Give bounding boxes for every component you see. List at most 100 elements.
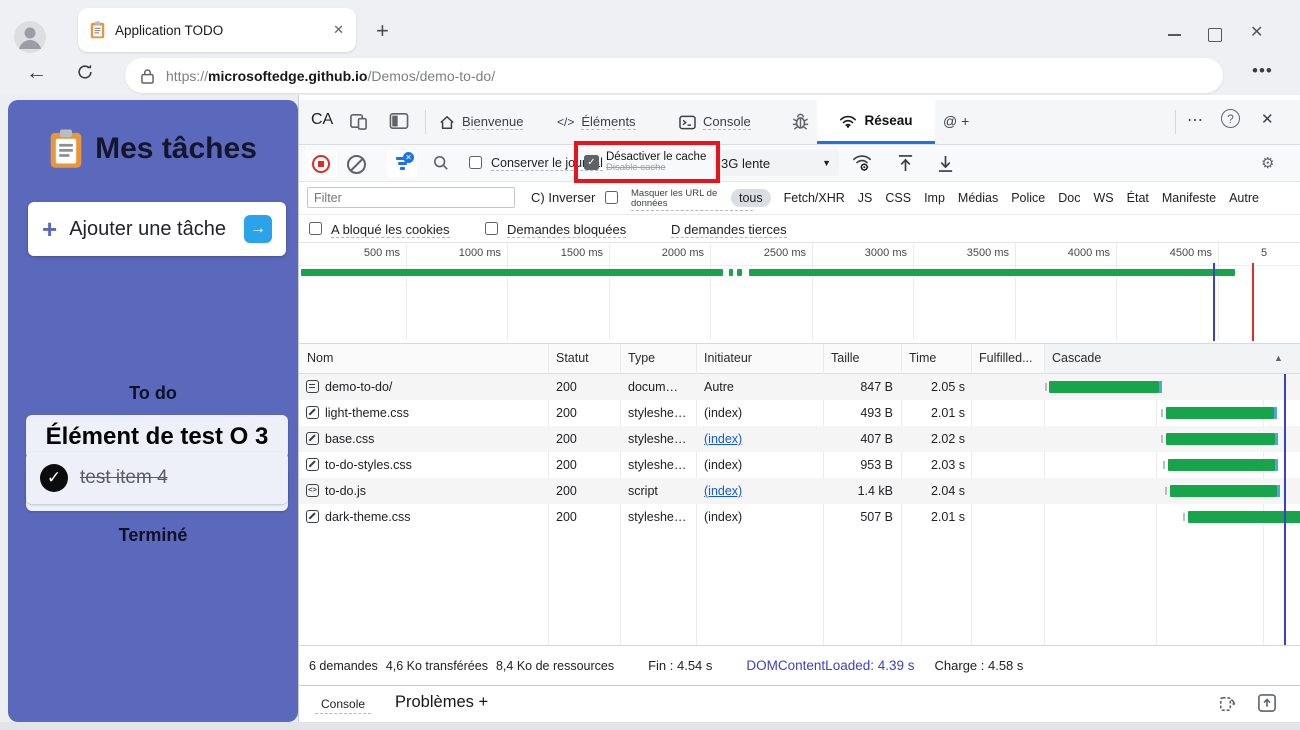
import-har-icon[interactable]: [897, 154, 914, 173]
col-header-name[interactable]: Nom: [307, 351, 333, 365]
done-item-label: test item 4: [80, 467, 168, 488]
edge-browser-window: Application TODO ✕ + ✕ ← https://microso…: [0, 0, 1300, 730]
url-bar[interactable]: https://microsoftedge.github.io/Demos/de…: [125, 58, 1223, 93]
filter-active-badge: ✕: [403, 152, 414, 163]
submit-task-button[interactable]: →: [244, 215, 272, 243]
more-options-icon[interactable]: •••: [1252, 61, 1273, 81]
timeline-tick: 2000 ms: [661, 247, 704, 259]
refresh-icon[interactable]: [76, 63, 94, 81]
stylesheet-icon: [306, 432, 319, 445]
filter-pill[interactable]: Manifeste: [1162, 191, 1216, 205]
filter-pill[interactable]: CSS: [885, 191, 911, 205]
maximize-icon[interactable]: [1208, 28, 1222, 42]
todo-app-panel: Mes tâches + Ajouter une tâche → To do É…: [8, 100, 298, 722]
network-request-table: Nom Statut Type Initiateur Taille Time F…: [299, 343, 1300, 646]
record-button[interactable]: [305, 150, 337, 177]
timeline-tick: 4000 ms: [1067, 247, 1110, 259]
tab-console[interactable]: Console: [679, 100, 751, 144]
col-header-initiator[interactable]: Initiateur: [704, 351, 752, 365]
tab-welcome[interactable]: Bienvenue: [439, 100, 524, 144]
clipboard-icon: [90, 21, 105, 39]
clear-icon[interactable]: [347, 155, 366, 174]
col-header-size[interactable]: Taille: [831, 351, 860, 365]
checkmark-icon[interactable]: ✓: [40, 464, 68, 492]
filter-pill[interactable]: Imp: [924, 191, 945, 205]
devtools-close-icon[interactable]: ✕: [1261, 110, 1274, 128]
avatar[interactable]: [14, 21, 46, 53]
blocked-requests-checkbox[interactable]: [485, 222, 498, 235]
settings-gear-icon[interactable]: ⚙: [1261, 154, 1274, 172]
filter-pill[interactable]: JS: [858, 191, 873, 205]
device-emulation-icon[interactable]: [349, 112, 368, 131]
devtools-more-icon[interactable]: ⋯: [1187, 110, 1203, 130]
table-row[interactable]: light-theme.css 200 styleshe… (index) 49…: [299, 400, 1300, 426]
col-header-fulfilled[interactable]: Fulfilled...: [979, 351, 1033, 365]
filter-pill[interactable]: WS: [1094, 191, 1114, 205]
console-icon: [679, 115, 696, 130]
throttling-dropdown[interactable]: 3G lente ▼: [713, 150, 839, 176]
open-panel-icon[interactable]: [1257, 693, 1277, 713]
filter-pill[interactable]: État: [1127, 191, 1149, 205]
add-task-button[interactable]: + Ajouter une tâche →: [28, 202, 286, 256]
tab-title: Application TODO: [115, 22, 224, 38]
minimize-icon[interactable]: [1168, 34, 1181, 36]
timeline-tick: 5: [1261, 247, 1268, 259]
todo-section-heading: To do: [129, 383, 177, 403]
table-row[interactable]: to-do-styles.css 200 styleshe… (index) 9…: [299, 452, 1300, 478]
blocked-requests-label[interactable]: Demandes bloquées: [507, 222, 627, 238]
table-row[interactable]: demo-to-do/ 200 docum… Autre 847 B 2.05 …: [299, 374, 1300, 400]
tab-network[interactable]: Réseau: [817, 100, 935, 144]
back-icon[interactable]: ←: [26, 61, 47, 85]
timeline-tick: 4500 ms: [1169, 247, 1212, 259]
help-icon[interactable]: ?: [1221, 109, 1240, 128]
export-har-icon[interactable]: [937, 154, 954, 173]
filter-pill[interactable]: Police: [1011, 191, 1045, 205]
disable-cache-label[interactable]: Désactiver le cache Disable cache: [606, 151, 706, 173]
col-header-status[interactable]: Statut: [556, 351, 589, 365]
dock-side-icon[interactable]: [389, 112, 409, 130]
filter-pill[interactable]: Doc: [1058, 191, 1080, 205]
filter-icon[interactable]: ✕: [387, 150, 417, 177]
table-header-row: Nom Statut Type Initiateur Taille Time F…: [299, 344, 1300, 374]
table-row[interactable]: dark-theme.css 200 styleshe… (index) 507…: [299, 504, 1300, 530]
network-conditions-icon[interactable]: [851, 153, 873, 173]
third-party-label[interactable]: D demandes tierces: [671, 222, 787, 238]
preserve-log-checkbox[interactable]: [469, 156, 482, 169]
done-item[interactable]: ✓ test item 4: [26, 452, 288, 504]
col-header-time[interactable]: Time: [909, 351, 936, 365]
search-icon[interactable]: [433, 155, 449, 171]
invert-checkbox[interactable]: [605, 191, 618, 204]
initiator-link[interactable]: (index): [704, 484, 816, 498]
tab-suffix[interactable]: @ +: [943, 113, 969, 129]
device-posture-icon[interactable]: [1216, 694, 1237, 714]
network-summary-bar: 6 demandes 4,6 Ko transférées 8,4 Ko de …: [299, 645, 1300, 685]
filter-pill[interactable]: Médias: [958, 191, 998, 205]
arrow-right-icon: →: [250, 220, 266, 237]
drawer-tab-console[interactable]: Console: [315, 695, 372, 714]
document-icon: [306, 380, 319, 393]
filter-pill[interactable]: Autre: [1229, 191, 1259, 205]
new-tab-icon[interactable]: +: [376, 18, 389, 44]
filter-input[interactable]: [307, 187, 515, 208]
plus-icon: +: [42, 213, 58, 244]
inspect-bug-icon[interactable]: [791, 112, 810, 131]
table-row[interactable]: <> to-do.js 200 script (index) 1.4 kB 2.…: [299, 478, 1300, 504]
filter-pill-all[interactable]: tous: [731, 189, 771, 207]
filter-pill[interactable]: Fetch/XHR: [784, 191, 845, 205]
blocked-cookies-checkbox[interactable]: [309, 222, 322, 235]
disable-cache-checkbox[interactable]: ✓: [584, 154, 599, 170]
initiator-link[interactable]: (index): [704, 432, 816, 446]
col-header-type[interactable]: Type: [628, 351, 655, 365]
tab-elements[interactable]: </> Éléments: [557, 100, 636, 144]
col-header-cascade[interactable]: Cascade: [1052, 351, 1101, 365]
browser-tab[interactable]: Application TODO ✕: [78, 8, 356, 52]
blocked-cookies-label[interactable]: A bloqué les cookies: [331, 222, 450, 238]
waterfall-bar-tip: [1159, 381, 1162, 393]
close-tab-icon[interactable]: ✕: [333, 22, 344, 38]
finish-time: Fin : 4.54 s: [648, 658, 713, 673]
table-row[interactable]: base.css 200 styleshe… (index) 407 B 2.0…: [299, 426, 1300, 452]
network-overview-timeline[interactable]: 500 ms 1000 ms 1500 ms 2000 ms 2500 ms 3…: [299, 243, 1300, 343]
drawer-tab-problems[interactable]: Problèmes +: [395, 693, 488, 712]
window-close-icon[interactable]: ✕: [1250, 22, 1263, 42]
sort-arrow-icon[interactable]: ▲: [1274, 353, 1283, 363]
